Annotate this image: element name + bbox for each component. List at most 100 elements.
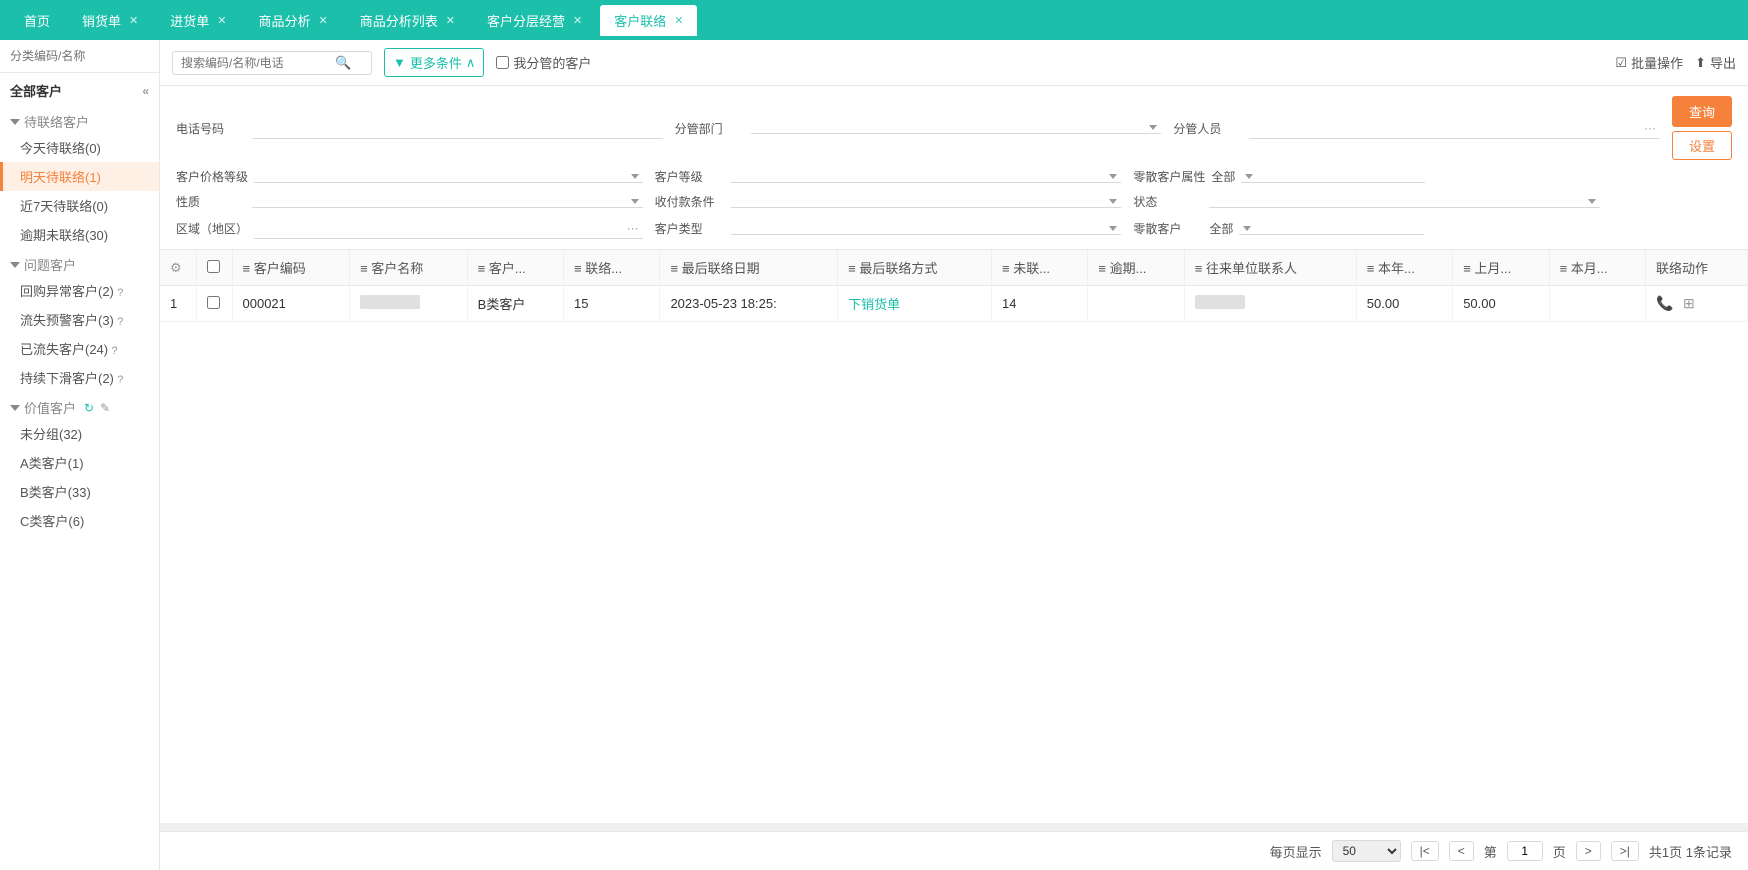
nav-sales-label: 销货单 [82,11,121,30]
all-customers-label: 全部客户 [10,81,62,100]
cell-last-method: 下销货单 [838,286,992,322]
th-nc-sort: ≡ [1002,261,1013,276]
my-customer-checkbox[interactable] [496,56,509,69]
per-page-select[interactable]: 50 100 [1332,840,1401,862]
set-button[interactable]: 设置 [1672,131,1732,160]
nav-sales-order[interactable]: 销货单 ✕ [68,5,152,36]
page-suffix: 页 [1553,842,1566,861]
row-checkbox[interactable] [207,296,220,309]
filter-retail-customer-select[interactable] [1239,223,1423,235]
filter-payment: 收付款条件 [655,193,1122,210]
filter-customer-level-select[interactable] [731,171,1122,183]
hint-icon-churned: ? [111,345,117,357]
filter-retail-attr-select[interactable] [1241,171,1424,183]
value-refresh-icon[interactable]: ↻ [84,401,94,415]
filter-customer-level: 客户等级 [655,168,1122,185]
sidebar-item-ungrouped[interactable]: 未分组(32) [0,419,159,448]
table-row: 1 000021 B类客户 15 2023-05-23 18:25: 下销货单 [160,286,1748,322]
gear-icon[interactable]: ⚙ [170,260,182,275]
nav-purchase-close-icon[interactable]: ✕ [217,14,226,27]
th-checkbox [196,250,232,286]
nav-customer-seg-close-icon[interactable]: ✕ [573,14,582,27]
th-not-contacted: ≡ 未联... [991,250,1087,286]
sidebar-item-churn-warning[interactable]: 流失预警客户(3) ? [0,305,159,334]
sidebar-item-overdue-pending[interactable]: 逾期未联络(30) [0,220,159,249]
th-code-label: ≡ [243,261,254,276]
sidebar: 🔍 全部客户 « 待联络客户 今天待联络(0) 明天待联络(1) 近7天待联络(… [0,40,160,870]
nav-sales-close-icon[interactable]: ✕ [129,14,138,27]
filter-row-1: 电话号码 分管部门 分管人员 ··· 查询 [176,96,1732,160]
page-label: 第 [1484,842,1497,861]
sidebar-item-class-c[interactable]: C类客户(6) [0,506,159,535]
more-filter-button[interactable]: ▼ 更多条件 ∧ [384,48,484,77]
customer-type-chevron [1109,226,1117,231]
row-action-phone-icon[interactable]: 📞 [1656,295,1673,311]
sidebar-item-tomorrow-pending[interactable]: 明天待联络(1) [0,162,159,191]
sidebar-item-churned[interactable]: 已流失客户(24) ? [0,334,159,363]
sidebar-search-input[interactable] [10,49,160,63]
filter-manager-dots[interactable]: ··· [1644,121,1656,135]
sidebar-collapse-button[interactable]: « [142,84,149,98]
nav-customer-segmentation[interactable]: 客户分层经营 ✕ [473,5,596,36]
filter-phone-input[interactable] [252,118,663,139]
filter-payment-select[interactable] [731,196,1122,208]
select-all-checkbox[interactable] [207,260,220,273]
page-number-input[interactable] [1507,841,1543,861]
value-edit-icon[interactable]: ✎ [100,401,110,415]
nav-customer-seg-label: 客户分层经营 [487,11,565,30]
first-page-button[interactable]: |< [1411,841,1439,861]
nav-product-analysis-list[interactable]: 商品分析列表 ✕ [346,5,469,36]
my-customer-checkbox-area[interactable]: 我分管的客户 [496,53,591,72]
prev-page-button[interactable]: < [1449,841,1474,861]
sidebar-search-area: 🔍 [0,40,159,73]
sidebar-item-7days-pending[interactable]: 近7天待联络(0) [0,191,159,220]
export-icon: ⬆ [1695,55,1706,71]
query-button[interactable]: 查询 [1672,96,1732,127]
sidebar-item-repurchase-abnormal[interactable]: 回购异常客户(2) ? [0,276,159,305]
filter-phone-label: 电话号码 [176,120,246,137]
filter-region: 区域（地区） ··· [176,218,643,239]
filter-nature-select[interactable] [252,196,643,208]
sidebar-item-declining[interactable]: 持续下滑客户(2) ? [0,363,159,392]
nav-customer-contact[interactable]: 客户联络 ✕ [600,5,697,36]
sidebar-item-class-a[interactable]: A类客户(1) [0,448,159,477]
th-overdue-sort: ≡ [1098,261,1109,276]
filter-row-3: 性质 收付款条件 状态 [176,193,1732,210]
filter-status-select[interactable] [1209,196,1600,208]
export-button[interactable]: ⬆ 导出 [1695,53,1736,72]
nav-purchase-order[interactable]: 进货单 ✕ [156,5,240,36]
batch-op-button[interactable]: ☑ 批量操作 [1615,53,1683,72]
next-page-button[interactable]: > [1576,841,1601,861]
search-input-wrap: 🔍 [172,51,372,75]
filter-dept-select[interactable] [751,122,1162,134]
nav-product-list-close-icon[interactable]: ✕ [446,14,455,27]
filter-status: 状态 [1133,193,1600,210]
retail-customer-chevron [1243,226,1251,231]
nav-product-analysis[interactable]: 商品分析 ✕ [244,5,341,36]
horizontal-scrollbar[interactable] [160,823,1748,831]
filter-price-level-select[interactable] [254,171,643,183]
nav-product-analysis-close-icon[interactable]: ✕ [319,14,328,27]
filter-region-dots[interactable]: ··· [627,221,639,235]
filter-customer-type-select[interactable] [731,223,1122,235]
cell-not-contacted: 14 [991,286,1087,322]
search-icon[interactable]: 🔍 [335,55,351,71]
search-input[interactable] [181,56,331,70]
filter-region-label: 区域（地区） [176,220,248,237]
cell-overdue [1088,286,1184,322]
total-records: 共1页 1条记录 [1649,842,1732,861]
sidebar-item-today-pending[interactable]: 今天待联络(0) [0,133,159,162]
last-page-button[interactable]: >| [1611,841,1639,861]
th-last-date-sort: ≡ [670,261,681,276]
nav-customer-contact-close-icon[interactable]: ✕ [674,14,683,27]
th-overdue: ≡ 逾期... [1088,250,1184,286]
row-action-more-icon[interactable]: ⊞ [1683,295,1695,311]
filter-manager-label: 分管人员 [1173,120,1243,137]
sidebar-item-class-b[interactable]: B类客户(33) [0,477,159,506]
last-method-link[interactable]: 下销货单 [848,297,900,312]
sidebar-group-pending: 待联络客户 [0,106,159,133]
nav-customer-contact-label: 客户联络 [614,11,666,30]
filter-retail-customer: 零散客户 全部 [1133,220,1600,237]
nav-home[interactable]: 首页 [10,5,64,36]
th-code: ≡ 客户编码 [232,250,350,286]
